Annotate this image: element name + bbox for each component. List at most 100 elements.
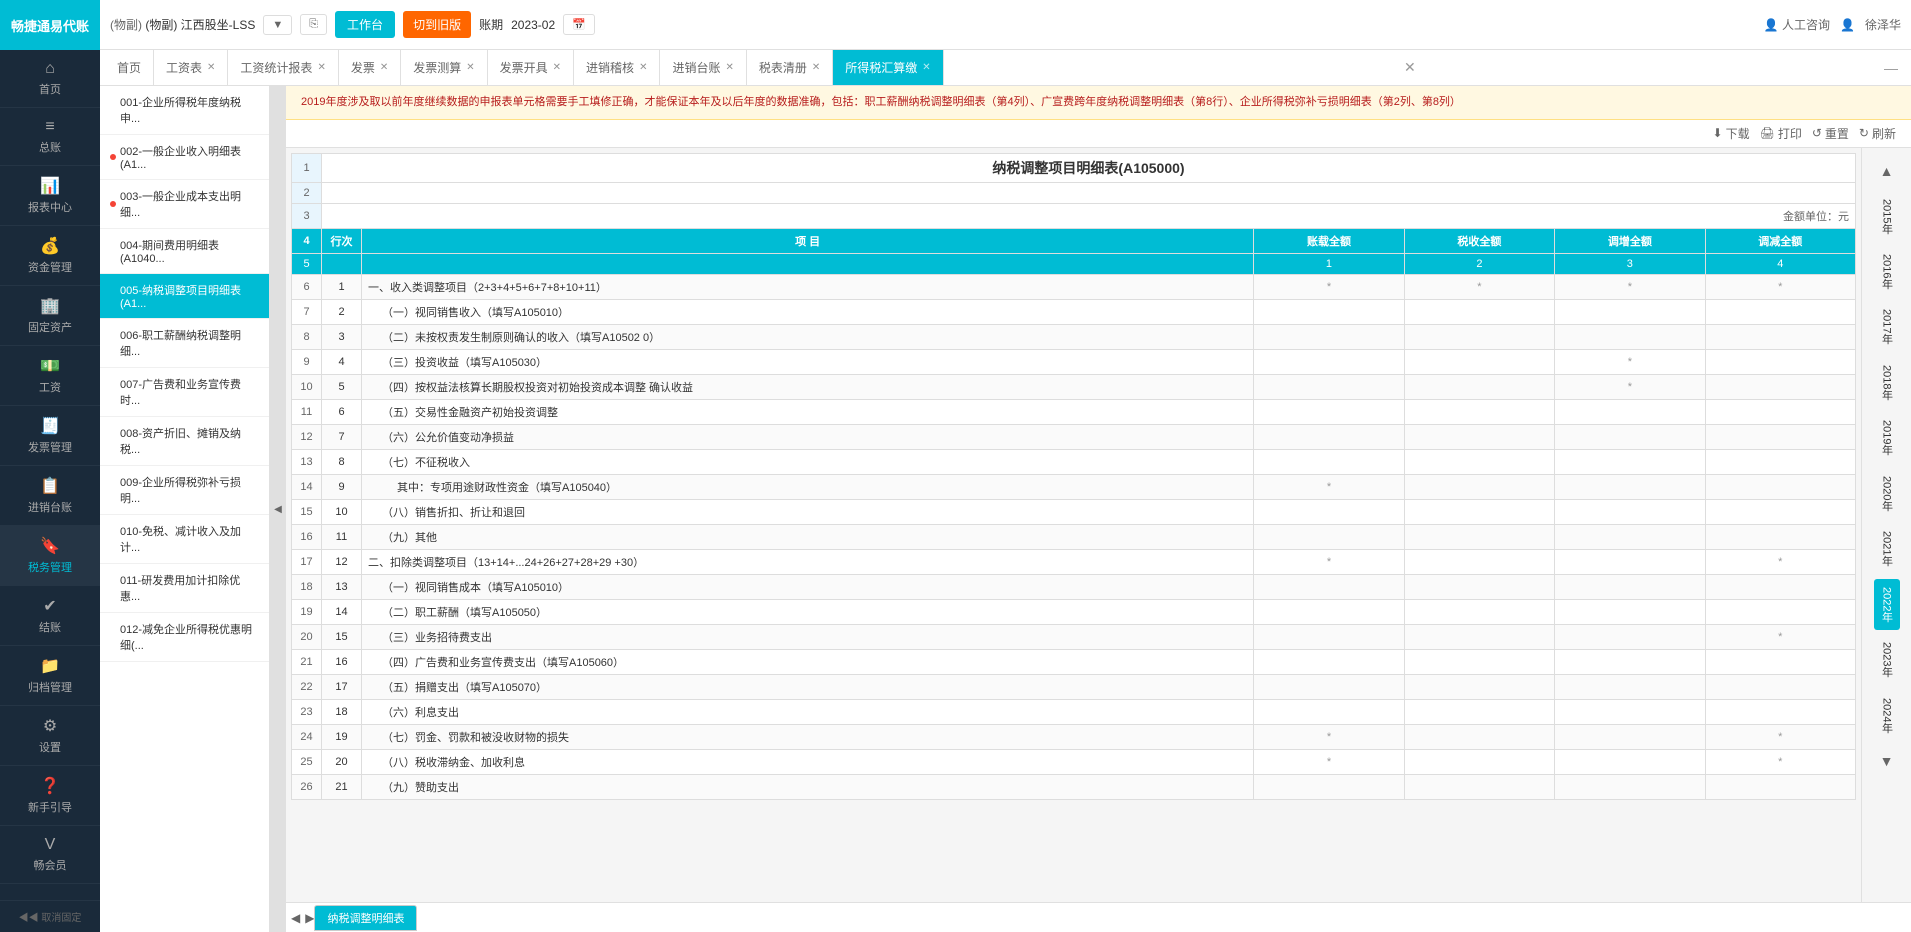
sidebar-item-purchase[interactable]: 📋 进销台账 — [0, 466, 100, 526]
table-row: 9 4 （三）投资收益（填写A105030） * — [292, 349, 1856, 374]
tab-tax-book[interactable]: 税表清册 ✕ — [747, 50, 833, 86]
row-seq: 1 — [322, 274, 362, 299]
tax-icon: 🔖 — [40, 536, 60, 556]
row-num-5: 5 — [292, 253, 322, 274]
cell-4[interactable]: * — [1705, 274, 1855, 299]
refresh-button[interactable]: ↻ 刷新 — [1859, 125, 1896, 142]
year-2022[interactable]: 2022年 — [1874, 579, 1900, 630]
year-2019[interactable]: 2019年 — [1874, 412, 1900, 463]
minimize-tabs-button[interactable]: — — [1876, 60, 1906, 76]
tab-purchase-ledger[interactable]: 进销台账 ✕ — [660, 50, 746, 86]
sidebar-item-settings[interactable]: ⚙ 设置 — [0, 706, 100, 766]
dot-004 — [110, 248, 116, 254]
sidebar-item-invoice[interactable]: 🧾 发票管理 — [0, 406, 100, 466]
table-container[interactable]: 1 纳税调整项目明细表(A105000) 2 3 金额单位 — [286, 148, 1861, 903]
left-panel-item-003[interactable]: 003-一般企业成本支出明细... — [100, 180, 269, 229]
tab-payroll[interactable]: 工资表 ✕ — [154, 50, 228, 86]
tab-close-invoice-issue[interactable]: ✕ — [553, 62, 561, 73]
workspace-button[interactable]: 工作台 — [335, 11, 395, 38]
tab-income-tax[interactable]: 所得税汇算缴 ✕ — [833, 50, 943, 86]
tab-purchase-audit[interactable]: 进销稽核 ✕ — [574, 50, 660, 86]
row-num: 6 — [292, 274, 322, 299]
bottom-tabbar: ◀ ▶ 纳税调整明细表 — [286, 902, 1911, 932]
sidebar-item-home[interactable]: ⌂ 首页 — [0, 50, 100, 108]
tab-home[interactable]: 首页 — [105, 50, 154, 86]
sidebar-item-guide[interactable]: ❓ 新手引导 — [0, 766, 100, 826]
left-panel-item-007[interactable]: 007-广告费和业务宣传费时... — [100, 368, 269, 417]
sidebar-item-label: 归档管理 — [28, 679, 72, 695]
year-2021[interactable]: 2021年 — [1874, 523, 1900, 574]
cell-1[interactable]: * — [1254, 274, 1404, 299]
tab-invoice-issue[interactable]: 发票开具 ✕ — [488, 50, 574, 86]
tab-close-payroll-report[interactable]: ✕ — [317, 62, 325, 73]
table-row: 14 9 其中：专项用途财政性资金（填写A105040） * — [292, 474, 1856, 499]
year-2020[interactable]: 2020年 — [1874, 468, 1900, 519]
sidebar-item-archive[interactable]: 📁 归档管理 — [0, 646, 100, 706]
table-row: 19 14 （二）职工薪酬（填写A105050） — [292, 599, 1856, 624]
year-2015[interactable]: 2015年 — [1874, 191, 1900, 242]
left-panel-item-012[interactable]: 012-减免企业所得税优惠明细(... — [100, 613, 269, 662]
year-2017[interactable]: 2017年 — [1874, 301, 1900, 352]
sidebar-item-close[interactable]: ✔ 结账 — [0, 586, 100, 646]
company-name: (物副) (物副) 江西股坐-LSS — [110, 16, 255, 33]
col-header-3: 调增全额 — [1555, 228, 1705, 253]
sidebar-item-member[interactable]: V 畅会员 — [0, 826, 100, 884]
dot-002 — [110, 154, 116, 160]
print-button[interactable]: 🖨 打印 — [1760, 125, 1802, 142]
tab-close-purchase-audit[interactable]: ✕ — [639, 62, 647, 73]
bottom-tab-tax-adjust[interactable]: 纳税调整明细表 — [314, 905, 417, 931]
tab-close-purchase-ledger[interactable]: ✕ — [725, 62, 733, 73]
left-panel-item-008[interactable]: 008-资产折旧、摊销及纳税... — [100, 417, 269, 466]
close-all-tabs-button[interactable]: ✕ — [1396, 59, 1424, 76]
sidebar-item-salary[interactable]: 💵 工资 — [0, 346, 100, 406]
download-button[interactable]: ⬇ 下载 — [1713, 125, 1750, 142]
left-panel-item-004[interactable]: 004-期间费用明细表(A1040... — [100, 229, 269, 274]
scroll-right-icon[interactable]: ▶ — [305, 911, 314, 925]
left-panel-item-006[interactable]: 006-职工薪酬纳税调整明细... — [100, 319, 269, 368]
left-panel-collapse[interactable]: ◀ — [270, 86, 286, 932]
tab-close-invoice-calc[interactable]: ✕ — [466, 62, 474, 73]
sidebar-item-reports[interactable]: 📊 报表中心 — [0, 166, 100, 226]
tab-close-invoice[interactable]: ✕ — [380, 62, 388, 73]
calendar-icon[interactable]: 📅 — [563, 14, 595, 35]
left-panel-item-005[interactable]: 005-纳税调整项目明细表(A1... — [100, 274, 269, 319]
back-to-old-button[interactable]: 切到旧版 — [403, 11, 471, 38]
left-panel-item-009[interactable]: 009-企业所得税弥补亏损明... — [100, 466, 269, 515]
year-2024[interactable]: 2024年 — [1874, 690, 1900, 741]
copy-button[interactable]: ⎘ — [300, 14, 327, 35]
reset-button[interactable]: ↺ 重置 — [1812, 125, 1849, 142]
user-service[interactable]: 👤 人工咨询 — [1764, 16, 1830, 33]
tab-close-payroll[interactable]: ✕ — [207, 62, 215, 73]
sidebar-item-label: 结账 — [39, 619, 61, 635]
tab-invoice[interactable]: 发票 ✕ — [339, 50, 401, 86]
year-nav-up[interactable]: ▲ — [1869, 153, 1905, 189]
sidebar-item-assets[interactable]: 🏢 固定资产 — [0, 286, 100, 346]
cell-2[interactable]: * — [1404, 274, 1554, 299]
tab-invoice-calc[interactable]: 发票测算 ✕ — [401, 50, 487, 86]
user-avatar-icon: 👤 — [1840, 18, 1855, 32]
left-panel-item-010[interactable]: 010-免税、减计收入及加计... — [100, 515, 269, 564]
company-selector[interactable]: ▼ — [263, 15, 292, 35]
year-2023[interactable]: 2023年 — [1874, 634, 1900, 685]
dot-010 — [110, 536, 116, 542]
sidebar-item-finance[interactable]: 💰 资金管理 — [0, 226, 100, 286]
left-panel-item-002[interactable]: 002-一般企业收入明细表(A1... — [100, 135, 269, 180]
period-value: 2023-02 — [511, 18, 555, 32]
year-2018[interactable]: 2018年 — [1874, 357, 1900, 408]
left-panel-item-001[interactable]: 001-企业所得税年度纳税申... — [100, 86, 269, 135]
refresh-icon: ↻ — [1859, 126, 1869, 140]
year-nav-down[interactable]: ▼ — [1869, 743, 1905, 779]
table-row-title: 1 纳税调整项目明细表(A105000) — [292, 153, 1856, 182]
topbar-right: 👤 人工咨询 👤 徐泽华 — [1764, 16, 1901, 33]
tab-close-income-tax[interactable]: ✕ — [922, 62, 930, 73]
sidebar-item-tax[interactable]: 🔖 税务管理 — [0, 526, 100, 586]
tab-close-tax-book[interactable]: ✕ — [812, 62, 820, 73]
cell-3[interactable]: * — [1555, 274, 1705, 299]
year-2016[interactable]: 2016年 — [1874, 246, 1900, 297]
left-panel-item-011[interactable]: 011-研发费用加计扣除优惠... — [100, 564, 269, 613]
tab-payroll-report[interactable]: 工资统计报表 ✕ — [228, 50, 338, 86]
sidebar-item-ledger[interactable]: ≡ 总账 — [0, 108, 100, 166]
scroll-left-icon[interactable]: ◀ — [291, 911, 300, 925]
content-area: 001-企业所得税年度纳税申... 002-一般企业收入明细表(A1... 00… — [100, 86, 1911, 932]
unpin-button[interactable]: ◀◀ 取消固定 — [0, 900, 100, 932]
